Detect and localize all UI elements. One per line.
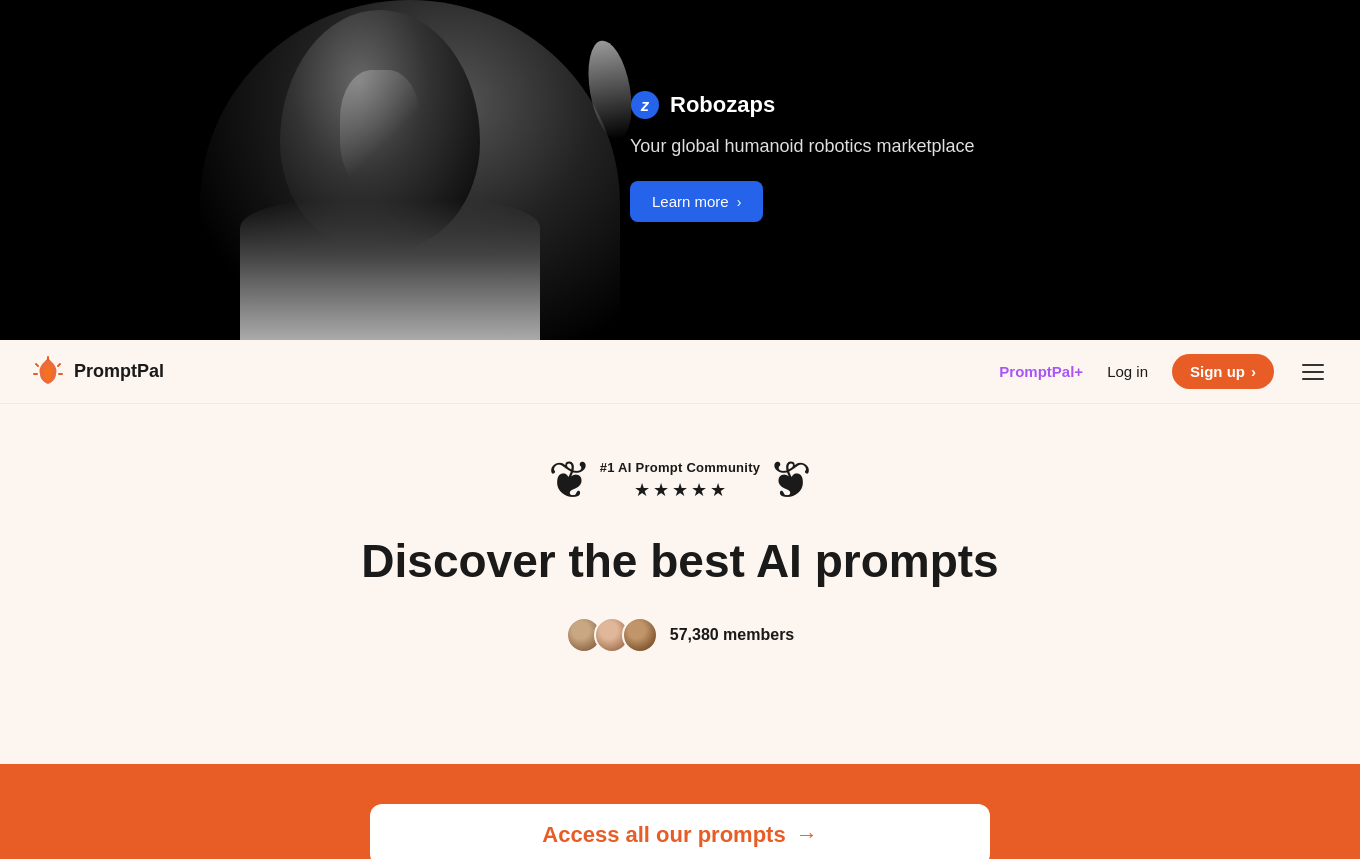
member-row: 57,380 members [566, 617, 795, 653]
badge-stars: ★ ★ ★ ★ ★ [634, 479, 726, 501]
ad-banner: z Robozaps Your global humanoid robotics… [0, 0, 1360, 340]
promptpal-plus-link[interactable]: PromptPal+ [999, 363, 1083, 380]
hamburger-line-2 [1302, 371, 1324, 373]
cta-section: Access all our prompts → If you already … [0, 764, 1360, 859]
hero-heading: Discover the best AI prompts [361, 534, 998, 589]
laurel-left-icon: ❦ [548, 454, 592, 506]
learn-more-arrow-icon: › [737, 194, 742, 210]
svg-text:z: z [640, 97, 650, 114]
star-4: ★ [691, 479, 707, 501]
badge-center: #1 AI Prompt Community ★ ★ ★ ★ ★ [592, 460, 769, 501]
learn-more-button[interactable]: Learn more › [630, 181, 763, 222]
signup-button[interactable]: Sign up › [1172, 354, 1274, 389]
robot-torso [240, 200, 540, 340]
member-count: 57,380 members [670, 626, 795, 644]
hamburger-menu-button[interactable] [1298, 360, 1328, 384]
avatar-3 [622, 617, 658, 653]
star-1: ★ [634, 479, 650, 501]
learn-more-label: Learn more [652, 193, 729, 210]
ad-logo-name: Robozaps [670, 92, 775, 118]
robozaps-logo-icon: z [630, 90, 660, 120]
access-arrow-icon: → [796, 822, 818, 848]
svg-line-4 [58, 364, 60, 366]
signup-label: Sign up [1190, 363, 1245, 380]
access-prompts-button[interactable]: Access all our prompts → [370, 804, 990, 859]
nav-logo-text: PromptPal [74, 361, 164, 382]
laurel-right-icon: ❦ [768, 454, 812, 506]
login-link[interactable]: Log in [1107, 363, 1148, 380]
promptpal-logo-icon [32, 356, 64, 388]
signup-arrow-icon: › [1251, 363, 1256, 380]
navbar: PromptPal PromptPal+ Log in Sign up › [0, 340, 1360, 404]
nav-logo[interactable]: PromptPal [32, 356, 164, 388]
nav-right-area: PromptPal+ Log in Sign up › [999, 354, 1328, 389]
svg-line-5 [36, 364, 38, 366]
star-5: ★ [710, 479, 726, 501]
hero-section: ❦ #1 AI Prompt Community ★ ★ ★ ★ ★ ❦ Dis… [0, 404, 1360, 764]
member-avatars [566, 617, 658, 653]
award-badge: ❦ #1 AI Prompt Community ★ ★ ★ ★ ★ ❦ [548, 454, 813, 506]
star-3: ★ [672, 479, 688, 501]
hamburger-line-3 [1302, 378, 1324, 380]
star-2: ★ [653, 479, 669, 501]
award-title: #1 AI Prompt Community [600, 460, 761, 475]
ad-logo: z Robozaps [630, 90, 975, 120]
ad-content: z Robozaps Your global humanoid robotics… [630, 90, 975, 222]
hamburger-line-1 [1302, 364, 1324, 366]
ad-tagline: Your global humanoid robotics marketplac… [630, 136, 975, 157]
access-label: Access all our prompts [542, 822, 785, 848]
